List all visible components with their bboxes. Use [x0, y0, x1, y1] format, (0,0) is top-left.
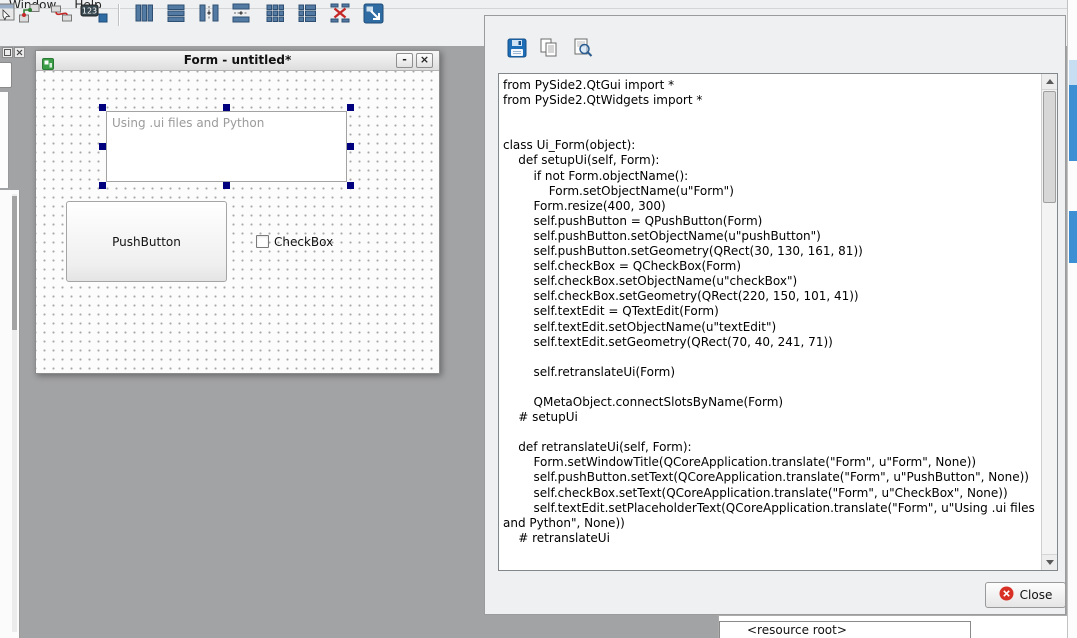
form-close-button[interactable]: × — [416, 53, 433, 68]
break-layout-icon — [328, 1, 352, 29]
main-toolbar: 123 — [0, 0, 560, 32]
close-icon — [999, 586, 1014, 604]
edit-buddies-icon — [50, 2, 73, 29]
designed-checkbox-widget[interactable]: CheckBox — [256, 221, 357, 262]
view-code-dialog: from PySide2.QtGui import * from PySide2… — [484, 15, 1066, 615]
layout-horizontal-splitter-icon — [197, 1, 221, 29]
form-canvas[interactable]: Using .ui files and Python PushButton Ch… — [36, 71, 439, 373]
close-button-label: Close — [1020, 588, 1053, 602]
selection-handle-middle-right[interactable] — [347, 143, 354, 150]
edit-tab-order-icon: 123 — [80, 2, 108, 29]
layout-form-icon — [295, 1, 319, 29]
dock-close-button[interactable] — [14, 47, 25, 58]
dock-close-icon — [16, 49, 23, 56]
dock-float-icon — [4, 49, 11, 56]
widgetbox-filter-input[interactable] — [0, 62, 12, 88]
selection-handle-bottom-middle[interactable] — [223, 182, 230, 189]
left-dock-panel-bottom — [0, 190, 20, 638]
adjust-size-button[interactable] — [360, 1, 386, 29]
left-dock-scrollbar-thumb[interactable] — [12, 196, 17, 330]
svg-text:123: 123 — [82, 6, 97, 15]
layout-horizontal-splitter-button[interactable] — [196, 1, 222, 29]
layout-horizontal-button[interactable] — [131, 1, 157, 29]
right-edge-scroll-segment-light — [1069, 60, 1077, 85]
adjust-size-icon — [361, 1, 386, 30]
form-minimize-button[interactable]: - — [396, 53, 413, 68]
designed-textedit-widget[interactable]: Using .ui files and Python — [106, 111, 347, 182]
code-scrollbar[interactable] — [1041, 74, 1057, 570]
edit-signals-slots-button[interactable] — [16, 1, 42, 29]
layout-grid-icon — [263, 1, 287, 29]
edit-tab-order-button[interactable]: 123 — [78, 1, 110, 29]
selection-handle-bottom-left[interactable] — [99, 182, 106, 189]
checkbox-label: CheckBox — [274, 235, 333, 249]
layout-vertical-button[interactable] — [163, 1, 189, 29]
left-dock-panel-top — [0, 92, 9, 188]
checkbox-indicator[interactable] — [256, 235, 269, 248]
layout-vertical-icon — [164, 1, 188, 29]
scroll-up-button[interactable] — [1042, 74, 1057, 90]
code-view[interactable]: from PySide2.QtGui import * from PySide2… — [498, 73, 1058, 571]
selection-handle-bottom-right[interactable] — [347, 182, 354, 189]
break-layout-button[interactable] — [327, 1, 353, 29]
right-edge-scroll-segment-1 — [1069, 85, 1077, 161]
find-in-code-button[interactable] — [569, 36, 597, 64]
copy-icon — [538, 37, 560, 63]
layout-form-button[interactable] — [294, 1, 320, 29]
designed-pushbutton-widget[interactable]: PushButton — [66, 201, 227, 282]
resource-root-item[interactable]: <resource root> — [719, 621, 971, 638]
dock-float-button[interactable] — [2, 47, 13, 58]
edit-buddies-button[interactable] — [48, 1, 74, 29]
save-code-button[interactable] — [503, 36, 531, 64]
arrow-up-icon — [1046, 79, 1054, 84]
selection-handle-top-right[interactable] — [347, 104, 354, 111]
edit-signals-slots-icon — [18, 2, 41, 29]
copy-code-button[interactable] — [535, 36, 563, 64]
layout-vertical-splitter-button[interactable] — [228, 1, 254, 29]
resource-browser-panel: <resource root> — [718, 615, 1077, 638]
edit-widgets-icon — [0, 1, 17, 29]
layout-grid-button[interactable] — [262, 1, 288, 29]
arrow-down-icon — [1046, 560, 1054, 565]
find-icon — [572, 37, 594, 63]
form-window-titlebar[interactable]: Form - untitled* - × — [36, 51, 439, 71]
qt-designer-app: WindowHelp — [0, 0, 1077, 638]
form-designer-window: Form - untitled* - × Using .ui files and… — [35, 50, 440, 374]
toolbar-separator — [118, 4, 120, 26]
code-scrollbar-thumb[interactable] — [1043, 91, 1056, 203]
selection-handle-top-left[interactable] — [99, 104, 106, 111]
generated-python-code: from PySide2.QtGui import * from PySide2… — [503, 78, 1039, 570]
pushbutton-label: PushButton — [112, 235, 181, 249]
layout-vertical-splitter-icon — [229, 1, 253, 29]
textedit-placeholder-text: Using .ui files and Python — [107, 112, 346, 134]
selection-handle-top-middle[interactable] — [223, 104, 230, 111]
scroll-down-button[interactable] — [1042, 554, 1057, 570]
right-edge-scroll-segment-2 — [1069, 211, 1077, 263]
close-dialog-button[interactable]: Close — [985, 582, 1066, 608]
layout-horizontal-icon — [132, 1, 156, 29]
form-window-title: Form - untitled* — [36, 53, 439, 67]
selection-handle-middle-left[interactable] — [99, 143, 106, 150]
save-icon — [506, 37, 528, 63]
